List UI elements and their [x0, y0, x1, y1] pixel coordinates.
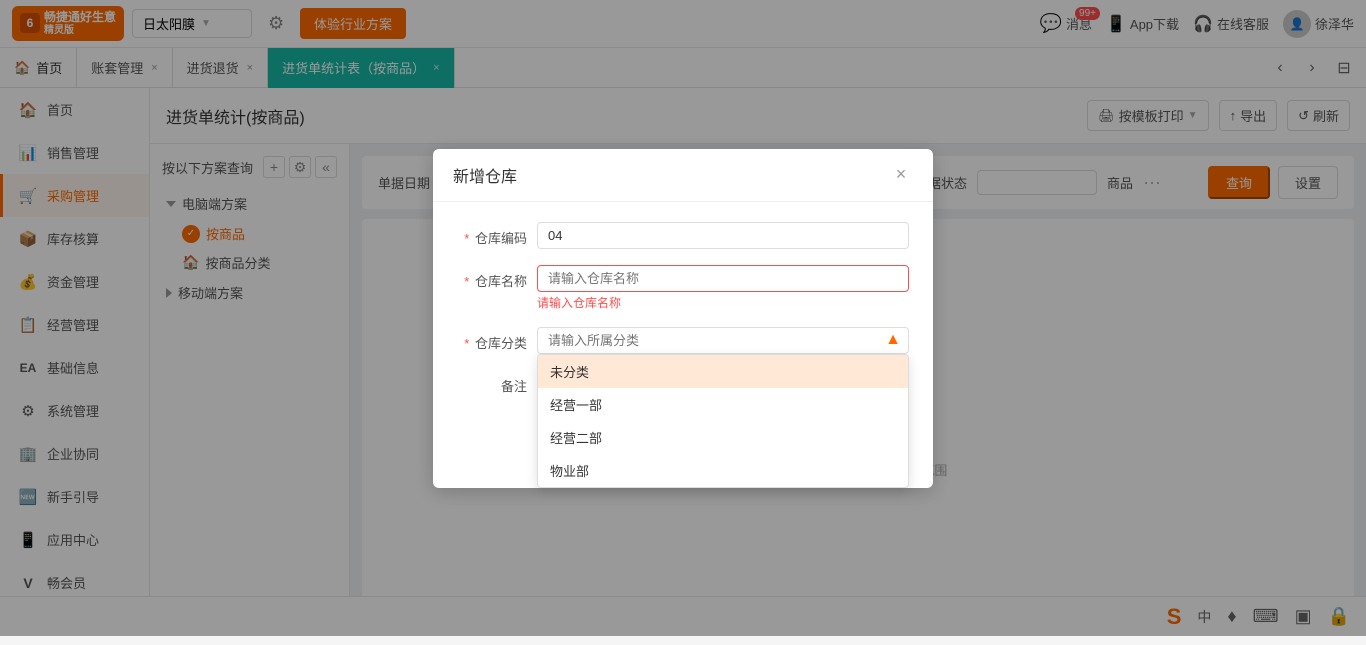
dropdown-item-0[interactable]: 未分类: [538, 355, 908, 388]
form-row-category: * 仓库分类 ▲ 未分类 经营一部 经营二部 物业部: [457, 327, 909, 354]
category-input-wrap: ▲: [537, 327, 909, 354]
name-error-message: 请输入仓库名称: [537, 294, 909, 311]
category-dropdown: ▲ 未分类 经营一部 经营二部 物业部: [537, 327, 909, 354]
category-dropdown-list: 未分类 经营一部 经营二部 物业部: [537, 354, 909, 488]
required-indicator: *: [464, 231, 469, 246]
form-row-code: * 仓库编码: [457, 222, 909, 249]
form-label-note: 备注: [457, 370, 537, 395]
form-row-name: * 仓库名称 请输入仓库名称: [457, 265, 909, 311]
dialog-title: 新增仓库: [453, 163, 517, 187]
dialog-body: * 仓库编码 * 仓库名称 请输入仓库名称: [433, 202, 933, 437]
required-category-indicator: *: [464, 336, 469, 351]
category-toggle-icon[interactable]: ▲: [885, 331, 901, 349]
form-field-name: 请输入仓库名称: [537, 265, 909, 311]
dropdown-item-1[interactable]: 经营一部: [538, 388, 908, 421]
form-field-code: [537, 222, 909, 249]
form-field-category: ▲ 未分类 经营一部 经营二部 物业部: [537, 327, 909, 354]
warehouse-name-input[interactable]: [537, 265, 909, 292]
dropdown-item-2[interactable]: 经营二部: [538, 421, 908, 454]
dialog-close-button[interactable]: ×: [889, 163, 913, 187]
dropdown-item-3[interactable]: 物业部: [538, 454, 908, 487]
new-warehouse-dialog: 新增仓库 × * 仓库编码 * 仓库名称: [433, 149, 933, 488]
form-label-name: * 仓库名称: [457, 265, 537, 290]
warehouse-category-input[interactable]: [537, 327, 909, 354]
required-name-indicator: *: [464, 274, 469, 289]
dialog-overlay: 新增仓库 × * 仓库编码 * 仓库名称: [0, 0, 1366, 636]
form-label-code: * 仓库编码: [457, 222, 537, 247]
dialog-header: 新增仓库 ×: [433, 149, 933, 202]
warehouse-code-input[interactable]: [537, 222, 909, 249]
form-label-category: * 仓库分类: [457, 327, 537, 352]
